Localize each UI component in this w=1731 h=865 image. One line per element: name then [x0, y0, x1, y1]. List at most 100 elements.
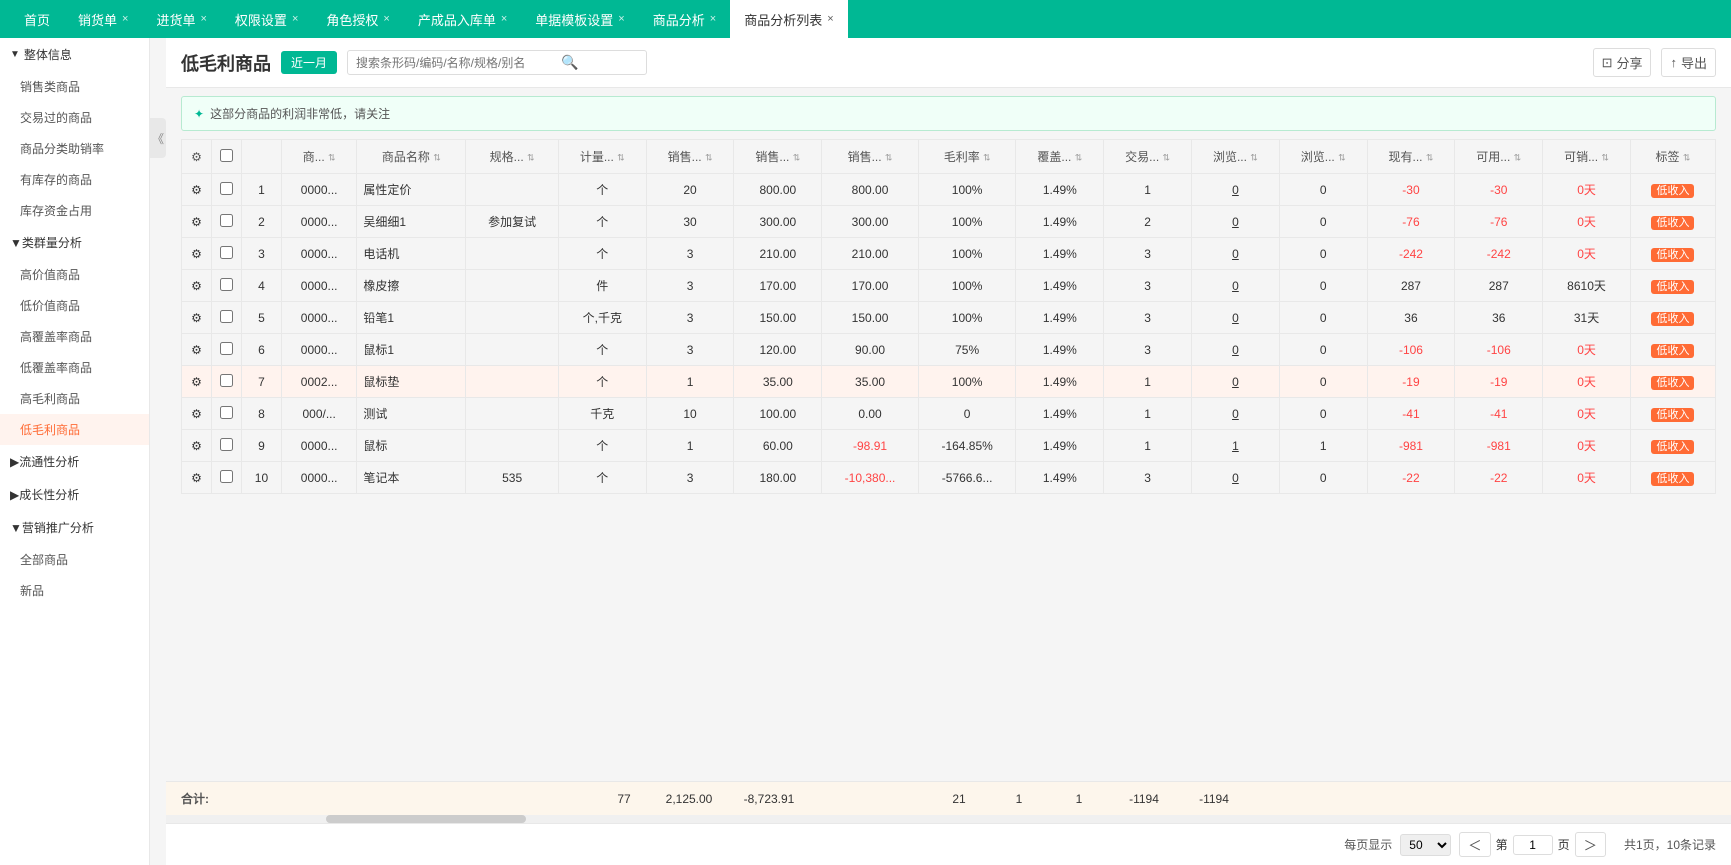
cell-gear[interactable]: ⚙: [182, 238, 212, 270]
cell-gear[interactable]: ⚙: [182, 366, 212, 398]
view1-link[interactable]: 0: [1232, 471, 1239, 485]
nav-roles[interactable]: 角色授权 ×: [312, 0, 403, 38]
cell-checkbox[interactable]: [212, 174, 242, 206]
th-sellable[interactable]: 可销... ⇅: [1543, 140, 1631, 174]
th-tag[interactable]: 标签 ⇅: [1630, 140, 1715, 174]
search-icon[interactable]: 🔍: [561, 54, 578, 71]
th-gear[interactable]: ⚙: [182, 140, 212, 174]
th-name[interactable]: 商品名称 ⇅: [357, 140, 466, 174]
close-icon-3[interactable]: ×: [292, 13, 298, 25]
cell-gear[interactable]: ⚙: [182, 270, 212, 302]
cell-checkbox[interactable]: [212, 398, 242, 430]
export-btn[interactable]: ↑ 导出: [1661, 48, 1716, 77]
th-sales-price[interactable]: 销售... ⇅: [734, 140, 822, 174]
cell-view1[interactable]: 0: [1192, 270, 1280, 302]
cell-view1[interactable]: 0: [1192, 334, 1280, 366]
view1-link[interactable]: 0: [1232, 407, 1239, 421]
nav-templates[interactable]: 单据模板设置 ×: [521, 0, 638, 38]
cell-view1[interactable]: 0: [1192, 174, 1280, 206]
cell-gear[interactable]: ⚙: [182, 334, 212, 366]
view1-link[interactable]: 0: [1232, 183, 1239, 197]
close-icon-6[interactable]: ×: [618, 13, 624, 25]
cell-checkbox[interactable]: [212, 430, 242, 462]
sidebar-item-high-coverage[interactable]: 高覆盖率商品: [0, 321, 149, 352]
nav-analysis-list[interactable]: 商品分析列表 ×: [730, 0, 847, 38]
page-size-select[interactable]: 50 20 100: [1400, 834, 1451, 856]
cell-view1[interactable]: 0: [1192, 302, 1280, 334]
share-btn[interactable]: ⊡ 分享: [1593, 48, 1652, 77]
page-input[interactable]: [1513, 835, 1553, 855]
view1-link[interactable]: 0: [1232, 311, 1239, 325]
sidebar-item-new-products[interactable]: 新品: [0, 575, 149, 606]
th-trade[interactable]: 交易... ⇅: [1104, 140, 1192, 174]
cell-view1[interactable]: 1: [1192, 430, 1280, 462]
sidebar-collapse-btn[interactable]: 《: [150, 118, 166, 158]
cell-gear[interactable]: ⚙: [182, 462, 212, 494]
cell-view1[interactable]: 0: [1192, 366, 1280, 398]
th-sales-qty[interactable]: 销售... ⇅: [646, 140, 734, 174]
th-view2[interactable]: 浏览... ⇅: [1279, 140, 1367, 174]
nav-analysis[interactable]: 商品分析 ×: [639, 0, 730, 38]
close-icon-5[interactable]: ×: [501, 13, 507, 25]
row-checkbox[interactable]: [220, 406, 233, 419]
row-checkbox[interactable]: [220, 278, 233, 291]
cell-gear[interactable]: ⚙: [182, 206, 212, 238]
cell-checkbox[interactable]: [212, 206, 242, 238]
cell-gear[interactable]: ⚙: [182, 430, 212, 462]
sidebar-group-marketing[interactable]: ▼ 营销推广分析: [0, 511, 149, 544]
row-checkbox[interactable]: [220, 438, 233, 451]
row-checkbox[interactable]: [220, 214, 233, 227]
sidebar-item-low-coverage[interactable]: 低覆盖率商品: [0, 352, 149, 383]
scrollbar-thumb[interactable]: [326, 815, 526, 823]
close-icon-7[interactable]: ×: [710, 13, 716, 25]
cell-checkbox[interactable]: [212, 302, 242, 334]
view1-link[interactable]: 0: [1232, 375, 1239, 389]
cell-checkbox[interactable]: [212, 270, 242, 302]
sidebar-group-overview[interactable]: ▼ 整体信息: [0, 38, 149, 71]
sidebar-item-stock-fund[interactable]: 库存资金占用: [0, 195, 149, 226]
row-checkbox[interactable]: [220, 374, 233, 387]
close-icon-4[interactable]: ×: [383, 13, 389, 25]
nav-home[interactable]: 首页: [10, 0, 64, 38]
row-checkbox[interactable]: [220, 470, 233, 483]
cell-checkbox[interactable]: [212, 334, 242, 366]
sidebar-item-category-rate[interactable]: 商品分类助销率: [0, 133, 149, 164]
prev-page-btn[interactable]: ＜: [1459, 832, 1490, 857]
th-spec[interactable]: 规格... ⇅: [466, 140, 559, 174]
cell-view1[interactable]: 0: [1192, 462, 1280, 494]
cell-gear[interactable]: ⚙: [182, 398, 212, 430]
view1-link[interactable]: 0: [1232, 279, 1239, 293]
sidebar-group-circulation[interactable]: ▶ 流通性分析: [0, 445, 149, 478]
view1-link[interactable]: 0: [1232, 247, 1239, 261]
view1-link[interactable]: 0: [1232, 343, 1239, 357]
row-checkbox[interactable]: [220, 182, 233, 195]
nav-sales[interactable]: 销货单 ×: [64, 0, 142, 38]
sidebar-item-in-stock[interactable]: 有库存的商品: [0, 164, 149, 195]
cell-view1[interactable]: 0: [1192, 206, 1280, 238]
cell-checkbox[interactable]: [212, 238, 242, 270]
next-page-btn[interactable]: ＞: [1575, 832, 1606, 857]
th-gross-rate[interactable]: 毛利率 ⇅: [918, 140, 1016, 174]
sidebar-item-sales-products[interactable]: 销售类商品: [0, 71, 149, 102]
row-checkbox[interactable]: [220, 342, 233, 355]
sidebar-group-cluster[interactable]: ▼ 类群量分析: [0, 226, 149, 259]
nav-permissions[interactable]: 权限设置 ×: [221, 0, 312, 38]
row-checkbox[interactable]: [220, 310, 233, 323]
th-available[interactable]: 可用... ⇅: [1455, 140, 1543, 174]
sidebar-item-low-value[interactable]: 低价值商品: [0, 290, 149, 321]
cell-gear[interactable]: ⚙: [182, 174, 212, 206]
th-unit[interactable]: 计量... ⇅: [558, 140, 646, 174]
search-input[interactable]: [356, 56, 556, 70]
cell-view1[interactable]: 0: [1192, 398, 1280, 430]
row-checkbox[interactable]: [220, 246, 233, 259]
bottom-scrollbar[interactable]: [166, 815, 1731, 823]
sidebar-item-traded-products[interactable]: 交易过的商品: [0, 102, 149, 133]
close-icon-8[interactable]: ×: [827, 13, 833, 25]
cell-gear[interactable]: ⚙: [182, 302, 212, 334]
th-cover-rate[interactable]: 覆盖... ⇅: [1016, 140, 1104, 174]
filter-month-btn[interactable]: 近一月: [281, 51, 337, 74]
th-view1[interactable]: 浏览... ⇅: [1192, 140, 1280, 174]
cell-view1[interactable]: 0: [1192, 238, 1280, 270]
close-icon[interactable]: ×: [122, 13, 128, 25]
nav-purchase[interactable]: 进货单 ×: [142, 0, 220, 38]
